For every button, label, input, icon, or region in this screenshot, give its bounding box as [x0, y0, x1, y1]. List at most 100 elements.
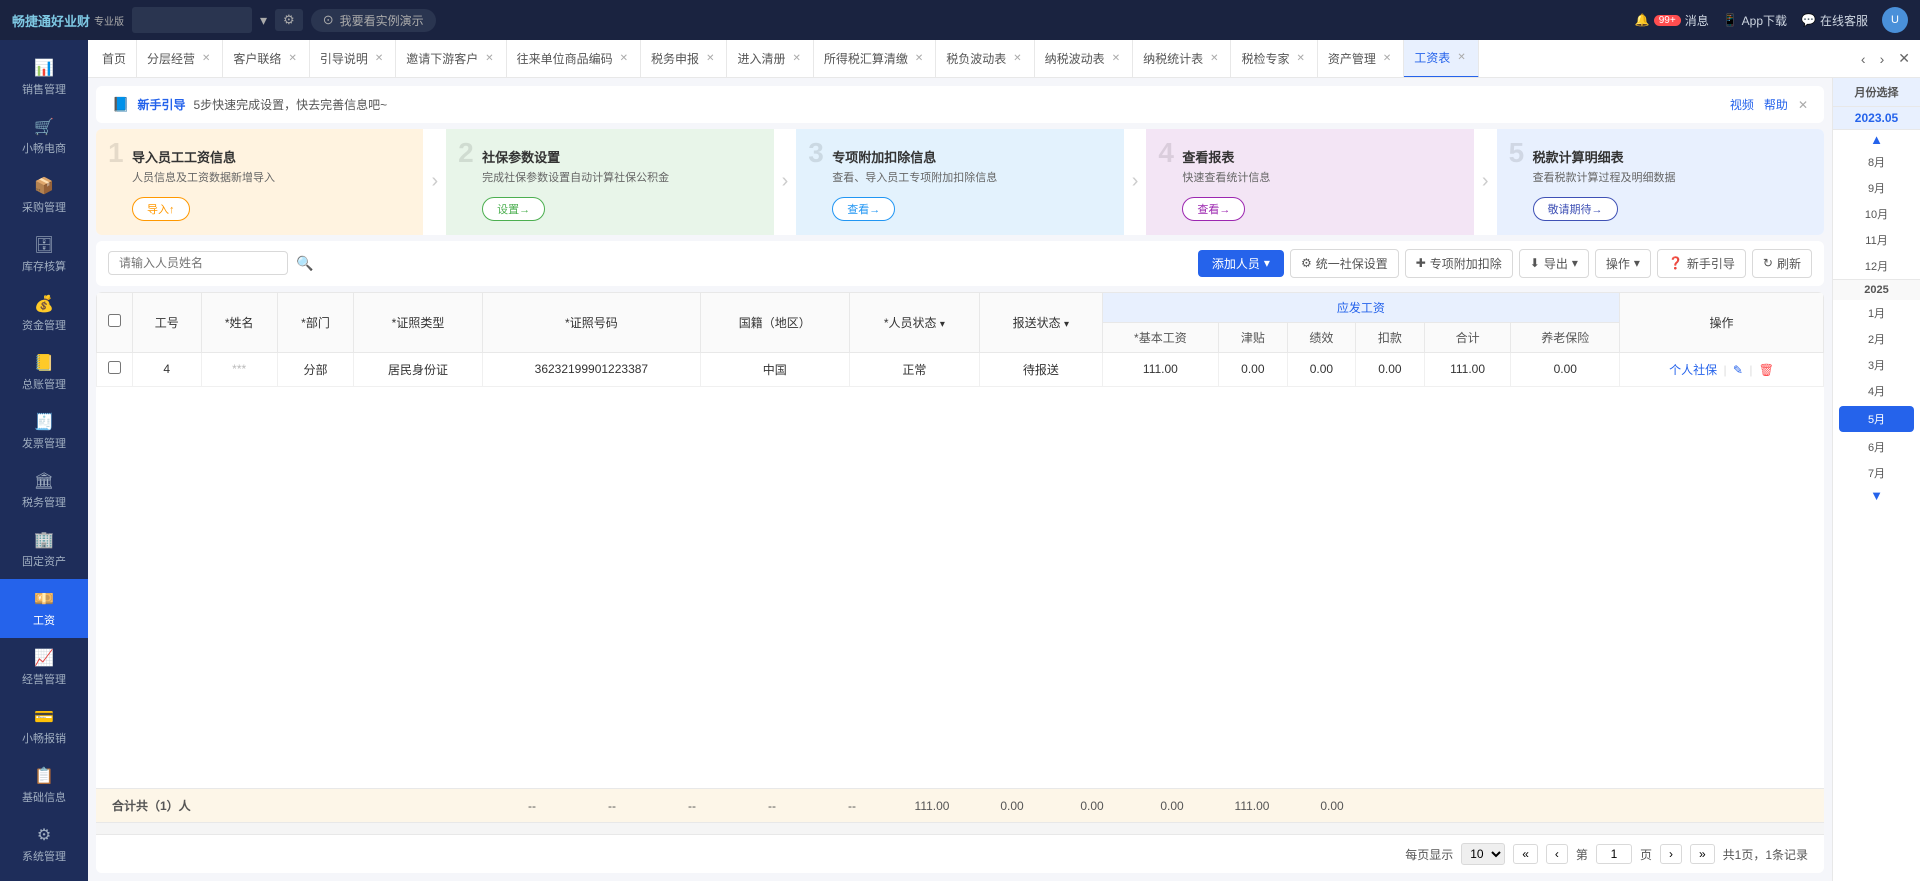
tab-tax-wave[interactable]: 纳税波动表 ✕ [1035, 40, 1133, 78]
sidebar-item-sales[interactable]: 📊 销售管理 [0, 48, 88, 107]
tab-product-code[interactable]: 往来单位商品编码 ✕ [507, 40, 641, 78]
step-5-btn[interactable]: 敬请期待→ [1533, 197, 1618, 221]
sidebar-item-collab[interactable]: 🤝 企业协同 [0, 874, 88, 881]
company-selector[interactable] [132, 7, 252, 33]
intro-help-btn[interactable]: 帮助 [1764, 96, 1788, 113]
select-all-checkbox[interactable] [108, 314, 121, 327]
search-button[interactable]: 🔍 [296, 255, 313, 272]
tab-close-invite[interactable]: ✕ [483, 52, 495, 65]
tab-close-layered[interactable]: ✕ [200, 52, 212, 65]
avatar[interactable]: U [1882, 7, 1908, 33]
tab-close-salary[interactable]: ✕ [1455, 51, 1467, 64]
demo-link[interactable]: ⊙ 我要看实例演示 [311, 9, 436, 32]
step-2-btn[interactable]: 设置→ [482, 197, 545, 221]
intro-close-btn[interactable]: ✕ [1798, 98, 1808, 112]
month-item-12[interactable]: 12月 [1833, 253, 1920, 279]
sidebar-item-purchase[interactable]: 📦 采购管理 [0, 166, 88, 225]
sidebar-item-invoice[interactable]: 🧾 发票管理 [0, 402, 88, 461]
table-scroll[interactable]: 工号 *姓名 *部门 *证照类型 *证照号码 国籍（地区） *人员状态 ▾ 报送… [96, 292, 1824, 789]
page-number-input[interactable] [1596, 844, 1632, 864]
guide-button[interactable]: ❓ 新手引导 [1657, 249, 1746, 278]
tab-close-tax-burden[interactable]: ✕ [1011, 52, 1023, 65]
month-item-2[interactable]: 2月 [1833, 326, 1920, 352]
tab-close-tax-wave[interactable]: ✕ [1110, 52, 1122, 65]
month-item-1[interactable]: 1月 [1833, 300, 1920, 326]
company-dropdown-icon[interactable]: ▾ [260, 12, 267, 29]
sidebar-item-system[interactable]: ⚙ 系统管理 [0, 815, 88, 874]
sidebar-item-ecommerce[interactable]: 🛒 小畅电商 [0, 107, 88, 166]
month-item-7[interactable]: 7月 [1833, 460, 1920, 486]
tab-home[interactable]: 首页 [92, 40, 137, 78]
row-checkbox-cell[interactable] [97, 352, 133, 386]
special-deduction-button[interactable]: ✚ 专项附加扣除 [1405, 249, 1513, 278]
sidebar-item-salary[interactable]: 💴 工资 [0, 579, 88, 638]
step-3-btn[interactable]: 查看→ [832, 197, 895, 221]
sidebar-item-inventory[interactable]: 🗄 库存核算 [0, 225, 88, 284]
refresh-button[interactable]: ↻ 刷新 [1752, 249, 1812, 278]
app-download-btn[interactable]: 📱 App下载 [1723, 12, 1787, 29]
month-item-5-active[interactable]: 5月 [1839, 406, 1914, 432]
sidebar-item-tax[interactable]: 🏛 税务管理 [0, 461, 88, 520]
intro-video-btn[interactable]: 视频 [1730, 96, 1754, 113]
sidebar-item-operations[interactable]: 📈 经营管理 [0, 638, 88, 697]
tab-assets[interactable]: 资产管理 ✕ [1318, 40, 1404, 78]
tab-close-client[interactable]: ✕ [286, 52, 298, 65]
tab-tax-burden[interactable]: 税负波动表 ✕ [936, 40, 1034, 78]
tab-close-income-tax[interactable]: ✕ [913, 52, 925, 65]
sidebar-item-expense[interactable]: 💳 小畅报销 [0, 697, 88, 756]
unified-setting-button[interactable]: ⚙ 统一社保设置 [1290, 249, 1399, 278]
month-item-9[interactable]: 9月 [1833, 175, 1920, 201]
row-checkbox[interactable] [108, 361, 121, 374]
month-item-4[interactable]: 4月 [1833, 378, 1920, 404]
tab-close-guide[interactable]: ✕ [373, 52, 385, 65]
notification-btn[interactable]: 🔔 99+ 99+ 消息 [1635, 12, 1709, 29]
last-page-btn[interactable]: » [1690, 844, 1715, 864]
tab-tax-stats[interactable]: 纳税统计表 ✕ [1133, 40, 1231, 78]
tab-income-tax[interactable]: 所得税汇算清缴 ✕ [814, 40, 936, 78]
step-4-btn[interactable]: 查看→ [1182, 197, 1245, 221]
month-item-11[interactable]: 11月 [1833, 227, 1920, 253]
month-up-arrow[interactable]: ▲ [1833, 130, 1920, 149]
tab-clearance[interactable]: 进入清册 ✕ [727, 40, 813, 78]
row-action-personal[interactable]: 个人社保 [1669, 363, 1717, 377]
tab-close-clearance[interactable]: ✕ [790, 52, 802, 65]
sidebar-item-assets[interactable]: 🏢 固定资产 [0, 520, 88, 579]
tab-close-tax-expert[interactable]: ✕ [1295, 52, 1307, 65]
tab-tax-expert[interactable]: 税检专家 ✕ [1231, 40, 1317, 78]
sidebar-item-ledger[interactable]: 📒 总账管理 [0, 343, 88, 402]
tab-close-all[interactable]: ✕ [1892, 48, 1916, 69]
first-page-btn[interactable]: « [1513, 844, 1538, 864]
per-page-select[interactable]: 10 20 50 [1461, 843, 1505, 865]
horizontal-scrollbar[interactable] [96, 822, 1824, 834]
export-button[interactable]: ⬇ 导出 ▾ [1519, 249, 1589, 278]
month-item-10[interactable]: 10月 [1833, 201, 1920, 227]
tab-close-tax-stats[interactable]: ✕ [1208, 52, 1220, 65]
tab-close-assets[interactable]: ✕ [1381, 52, 1393, 65]
sidebar-item-finance[interactable]: 💰 资金管理 [0, 284, 88, 343]
prev-page-btn[interactable]: ‹ [1546, 844, 1568, 864]
sidebar-item-basic[interactable]: 📋 基础信息 [0, 756, 88, 815]
month-down-arrow[interactable]: ▼ [1833, 486, 1920, 505]
add-person-button[interactable]: 添加人员 ▾ [1198, 250, 1284, 277]
row-action-delete[interactable]: 🗑 [1759, 363, 1774, 377]
month-item-6[interactable]: 6月 [1833, 434, 1920, 460]
tab-invite[interactable]: 邀请下游客户 ✕ [396, 40, 506, 78]
tab-scroll-left[interactable]: ‹ [1855, 49, 1872, 69]
tab-guide[interactable]: 引导说明 ✕ [310, 40, 396, 78]
tab-salary[interactable]: 工资表 ✕ [1404, 40, 1478, 78]
next-page-btn[interactable]: › [1660, 844, 1682, 864]
tab-client[interactable]: 客户联络 ✕ [223, 40, 309, 78]
step-1-btn[interactable]: 导入↑ [132, 197, 190, 221]
th-checkbox[interactable] [97, 292, 133, 352]
tab-tax-report[interactable]: 税务申报 ✕ [641, 40, 727, 78]
tab-scroll-right[interactable]: › [1874, 49, 1891, 69]
search-input[interactable] [108, 251, 288, 275]
online-service-btn[interactable]: 💬 在线客服 [1801, 12, 1868, 29]
operation-button[interactable]: 操作 ▾ [1595, 249, 1651, 278]
month-item-3[interactable]: 3月 [1833, 352, 1920, 378]
month-item-8[interactable]: 8月 [1833, 149, 1920, 175]
tab-layered[interactable]: 分层经营 ✕ [137, 40, 223, 78]
settings-icon[interactable]: ⚙ [275, 9, 303, 31]
row-action-edit[interactable]: ✎ [1733, 363, 1743, 377]
tab-close-tax-report[interactable]: ✕ [704, 52, 716, 65]
